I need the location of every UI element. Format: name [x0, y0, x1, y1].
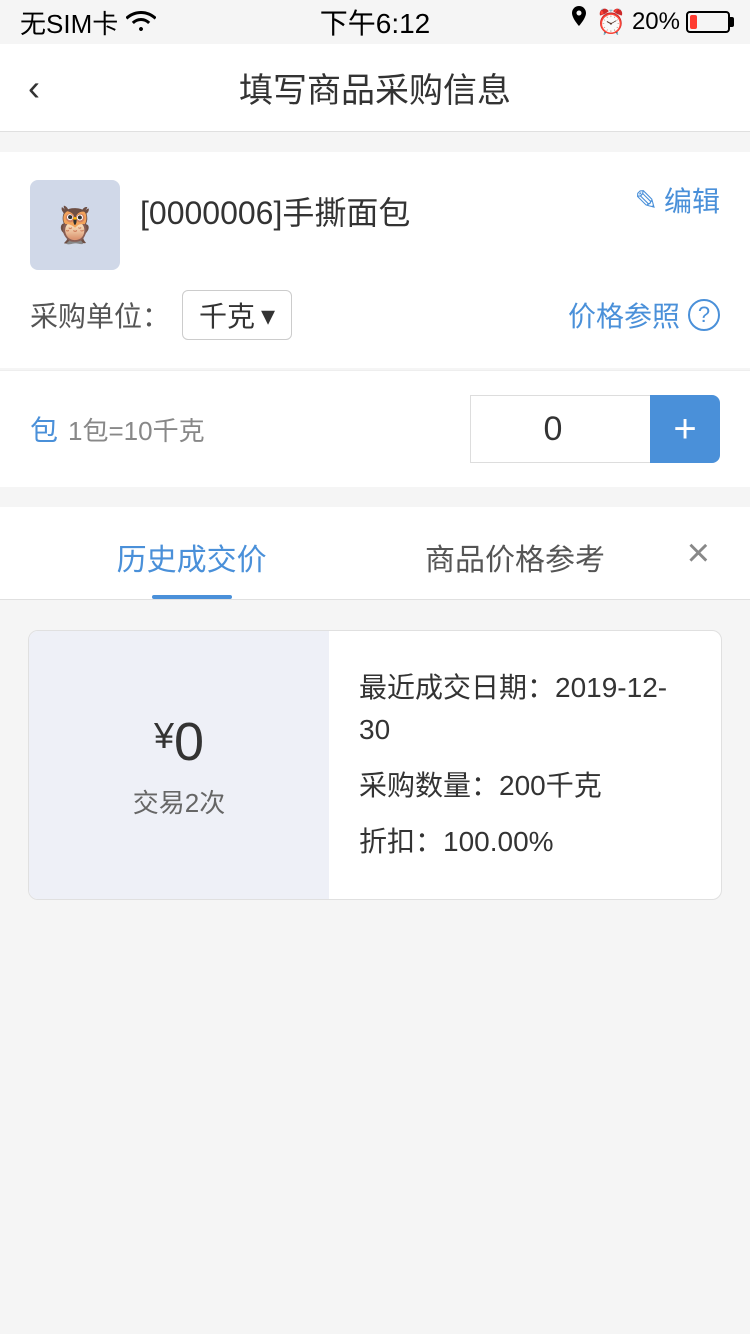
discount-label: 折扣：: [359, 826, 443, 857]
price-count: 交易2次: [133, 783, 225, 820]
edit-label: 编辑: [664, 180, 720, 220]
quantity-section: 包 1包=10千克 +: [0, 370, 750, 487]
date-label: 最近成交日期：: [359, 672, 555, 703]
product-card: 🦉 [0000006]手撕面包 ✎ 编辑 采购单位： 千克 ▾ 价格参照 ?: [0, 152, 750, 368]
edit-icon: ✎: [635, 184, 658, 217]
tab-history-label: 历史成交价: [117, 544, 267, 577]
price-value: 0: [174, 712, 204, 772]
edit-button[interactable]: ✎ 编辑: [635, 180, 720, 220]
status-right: ⏰ 20%: [568, 6, 730, 39]
unit-label: 采购单位：: [30, 295, 170, 335]
tabs-container: 历史成交价 商品价格参考 ×: [0, 507, 750, 600]
qty-unit-note: 1包=10千克: [68, 411, 205, 448]
status-time: 下午6:12: [320, 2, 431, 42]
qty-label: 包 1包=10千克: [30, 409, 205, 449]
price-detail-qty: 采购数量：200千克: [359, 765, 691, 807]
unit-value: 千克: [199, 295, 255, 335]
product-thumbnail: 🦉: [53, 204, 98, 246]
carrier-text: 无SIM卡: [20, 4, 118, 41]
qty-input-group: +: [470, 395, 720, 463]
back-button[interactable]: ‹: [28, 67, 40, 109]
price-detail-date: 最近成交日期：2019-12-30: [359, 667, 691, 751]
qty-input[interactable]: [470, 395, 650, 463]
tab-active-indicator: [152, 595, 232, 599]
price-detail-discount: 折扣：100.00%: [359, 821, 691, 863]
product-header: 🦉 [0000006]手撕面包 ✎ 编辑: [30, 180, 720, 270]
qty-detail-label: 采购数量：: [359, 770, 499, 801]
location-icon: [568, 6, 590, 39]
price-card-left: ¥0 交易2次: [29, 631, 329, 899]
tabs-row: 历史成交价 商品价格参考 ×: [0, 507, 750, 599]
tab-price-ref-label: 商品价格参考: [425, 544, 605, 577]
wifi-icon: [126, 7, 156, 38]
page-title: 填写商品采购信息: [239, 63, 511, 112]
product-name: [0000006]手撕面包: [140, 180, 410, 234]
product-image: 🦉: [30, 180, 120, 270]
page-background: ¥0 交易2次 最近成交日期：2019-12-30 采购数量：200千克 折扣：…: [0, 630, 750, 1230]
product-left: 🦉 [0000006]手撕面包: [30, 180, 410, 270]
tab-price-ref[interactable]: 商品价格参考: [353, 507, 676, 599]
qty-plus-button[interactable]: +: [650, 395, 720, 463]
price-ref-label: 价格参照: [568, 295, 680, 335]
battery-icon: [686, 11, 730, 33]
price-ref-button[interactable]: 价格参照 ?: [568, 295, 720, 335]
price-main: ¥0: [154, 711, 204, 773]
tab-close-button[interactable]: ×: [677, 533, 720, 573]
price-card-right: 最近成交日期：2019-12-30 采购数量：200千克 折扣：100.00%: [329, 631, 721, 899]
unit-select[interactable]: 千克 ▾: [182, 290, 292, 340]
status-bar: 无SIM卡 下午6:12 ⏰ 20%: [0, 0, 750, 44]
discount-value: 100.00%: [443, 826, 554, 857]
currency-symbol: ¥: [154, 715, 174, 756]
tab-history-price[interactable]: 历史成交价: [30, 507, 353, 599]
product-unit-row: 采购单位： 千克 ▾ 价格参照 ?: [30, 290, 720, 340]
price-ref-icon: ?: [688, 299, 720, 331]
qty-icon-label: 包: [30, 409, 58, 449]
nav-bar: ‹ 填写商品采购信息: [0, 44, 750, 132]
qty-detail-value: 200千克: [499, 770, 602, 801]
battery-percent: 20%: [632, 8, 680, 36]
price-card: ¥0 交易2次 最近成交日期：2019-12-30 采购数量：200千克 折扣：…: [28, 630, 722, 900]
unit-left: 采购单位： 千克 ▾: [30, 290, 292, 340]
chevron-down-icon: ▾: [261, 299, 275, 332]
status-left: 无SIM卡: [20, 4, 156, 41]
alarm-icon: ⏰: [596, 8, 626, 37]
